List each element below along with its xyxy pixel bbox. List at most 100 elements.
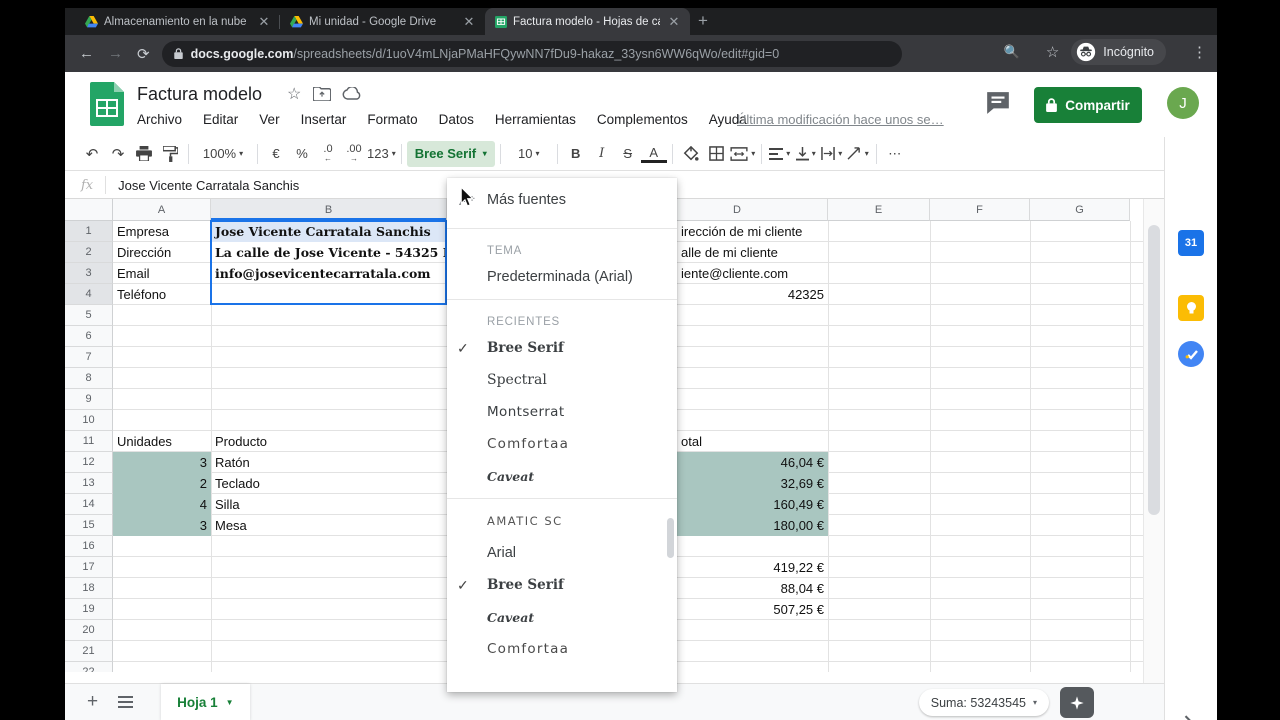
kebab-menu-icon[interactable]: ⋮ bbox=[1192, 43, 1207, 61]
cell-A15[interactable]: 3 bbox=[113, 515, 211, 536]
browser-tab-active[interactable]: Factura modelo - Hojas de cálc ✕ bbox=[485, 8, 690, 35]
cell-D11[interactable]: otal bbox=[677, 431, 828, 452]
cell-A12[interactable]: 3 bbox=[113, 452, 211, 473]
row-header-15[interactable]: 15 bbox=[65, 515, 113, 536]
decrease-decimal-button[interactable]: .0 ← bbox=[315, 142, 341, 166]
row-header-16[interactable]: 16 bbox=[65, 536, 113, 557]
cell-A4[interactable]: Teléfono bbox=[113, 284, 211, 305]
cell-D2[interactable]: alle de mi cliente bbox=[677, 242, 828, 263]
italic-button[interactable]: I bbox=[589, 142, 615, 166]
cell-B1[interactable]: Jose Vicente Carratala Sanchis bbox=[211, 221, 447, 242]
zoom-icon[interactable]: 🔍 bbox=[1004, 44, 1020, 60]
vertical-align-button[interactable]: ▾ bbox=[793, 142, 819, 166]
text-wrap-button[interactable]: ▾ bbox=[819, 142, 845, 166]
row-header-17[interactable]: 17 bbox=[65, 557, 113, 578]
menu-datos[interactable]: Datos bbox=[439, 112, 474, 127]
cell-A3[interactable]: Email bbox=[113, 263, 211, 284]
font-item-amatic-sc[interactable]: Amatic SC bbox=[447, 505, 677, 537]
reload-icon[interactable]: ⟳ bbox=[137, 45, 150, 63]
hide-panel-chevron-icon[interactable] bbox=[1183, 715, 1195, 720]
format-currency-button[interactable]: € bbox=[263, 142, 289, 166]
cell-A13[interactable]: 2 bbox=[113, 473, 211, 494]
row-header-20[interactable]: 20 bbox=[65, 620, 113, 641]
font-item-caveat[interactable]: Caveat bbox=[447, 460, 677, 492]
bookmark-star-icon[interactable]: ☆ bbox=[1046, 43, 1059, 61]
column-header-A[interactable]: A bbox=[113, 199, 211, 221]
fill-color-button[interactable] bbox=[678, 142, 704, 166]
more-fonts-item[interactable]: A+ Más fuentes bbox=[447, 178, 677, 222]
row-header-18[interactable]: 18 bbox=[65, 578, 113, 599]
number-format-button[interactable]: 123 ▾ bbox=[367, 142, 396, 166]
row-header-22[interactable]: 22 bbox=[65, 662, 113, 672]
comment-button[interactable] bbox=[985, 90, 1011, 121]
all-sheets-icon[interactable] bbox=[118, 696, 134, 708]
borders-button[interactable] bbox=[704, 142, 730, 166]
avatar[interactable]: J bbox=[1167, 87, 1199, 119]
strikethrough-button[interactable]: S bbox=[615, 142, 641, 166]
row-header-19[interactable]: 19 bbox=[65, 599, 113, 620]
font-item-bree-serif[interactable]: ✓ Bree Serif bbox=[447, 569, 677, 601]
cell-A2[interactable]: Dirección bbox=[113, 242, 211, 263]
cell-D3[interactable]: iente@cliente.com bbox=[677, 263, 828, 284]
row-header-21[interactable]: 21 bbox=[65, 641, 113, 662]
close-icon[interactable]: ✕ bbox=[256, 14, 272, 30]
row-header-14[interactable]: 14 bbox=[65, 494, 113, 515]
column-header-E[interactable]: E bbox=[828, 199, 930, 221]
menu-herramientas[interactable]: Herramientas bbox=[495, 112, 576, 127]
column-header-G[interactable]: G bbox=[1030, 199, 1130, 221]
row-header-5[interactable]: 5 bbox=[65, 305, 113, 326]
row-header-11[interactable]: 11 bbox=[65, 431, 113, 452]
sum-status-pill[interactable]: Suma: 53243545 ▾ bbox=[918, 689, 1049, 716]
font-select[interactable]: Bree Serif ▾ bbox=[406, 140, 495, 167]
last-modified-link[interactable]: Última modificación hace unos se… bbox=[737, 112, 952, 127]
cell-A11[interactable]: Unidades bbox=[113, 431, 211, 452]
zoom-select[interactable]: 100% ▾ bbox=[194, 142, 252, 166]
address-bar[interactable]: docs.google.com/spreadsheets/d/1uoV4mLNj… bbox=[161, 40, 902, 67]
row-header-1[interactable]: 1 bbox=[65, 221, 113, 242]
tasks-icon[interactable] bbox=[1178, 341, 1204, 367]
cell-B3[interactable]: info@josevicentecarratala.com bbox=[211, 263, 447, 284]
row-header-4[interactable]: 4 bbox=[65, 284, 113, 305]
column-header-F[interactable]: F bbox=[930, 199, 1030, 221]
document-title[interactable]: Factura modelo bbox=[137, 84, 262, 105]
column-header-B[interactable]: B bbox=[211, 199, 447, 221]
font-item-arial[interactable]: Arial bbox=[447, 537, 677, 569]
font-size-select[interactable]: 10 ▾ bbox=[506, 142, 552, 166]
cloud-status-icon[interactable] bbox=[342, 87, 362, 101]
vertical-scrollbar[interactable]: ▲ ▼ bbox=[1143, 199, 1164, 720]
calendar-icon[interactable]: 31 bbox=[1178, 230, 1204, 256]
merge-cells-button[interactable]: ▾ bbox=[730, 142, 756, 166]
menu-formato[interactable]: Formato bbox=[367, 112, 417, 127]
menu-complementos[interactable]: Complementos bbox=[597, 112, 688, 127]
sheet-tab-hoja1[interactable]: Hoja 1 ▼ bbox=[161, 683, 250, 720]
cell-B11[interactable]: Producto bbox=[211, 431, 447, 452]
cell-B14[interactable]: Silla bbox=[211, 494, 447, 515]
browser-tab-2[interactable]: Mi unidad - Google Drive ✕ bbox=[280, 8, 485, 35]
row-header-13[interactable]: 13 bbox=[65, 473, 113, 494]
cell-D1[interactable]: irección de mi cliente bbox=[677, 221, 828, 242]
more-toolbar-button[interactable]: ⋯ bbox=[882, 142, 908, 166]
cell-A1[interactable]: Empresa bbox=[113, 221, 211, 242]
formula-input[interactable]: Jose Vicente Carratala Sanchis bbox=[118, 178, 299, 193]
share-button[interactable]: Compartir bbox=[1034, 87, 1142, 123]
font-item-comfortaa[interactable]: Comfortaa bbox=[447, 428, 677, 460]
horizontal-align-button[interactable]: ▾ bbox=[767, 142, 793, 166]
row-header-3[interactable]: 3 bbox=[65, 263, 113, 284]
close-icon[interactable]: ✕ bbox=[666, 14, 682, 30]
font-item-predeterminada-arial-[interactable]: Predeterminada (Arial) bbox=[447, 261, 677, 293]
font-item-bree-serif[interactable]: ✓ Bree Serif bbox=[447, 332, 677, 364]
row-header-7[interactable]: 7 bbox=[65, 347, 113, 368]
row-header-12[interactable]: 12 bbox=[65, 452, 113, 473]
menu-scrollbar-thumb[interactable] bbox=[667, 518, 674, 558]
row-header-10[interactable]: 10 bbox=[65, 410, 113, 431]
font-item-spectral[interactable]: Spectral bbox=[447, 364, 677, 396]
increase-decimal-button[interactable]: .00 → bbox=[341, 142, 367, 166]
new-tab-button[interactable]: + bbox=[698, 11, 708, 31]
close-icon[interactable]: ✕ bbox=[461, 14, 477, 30]
explore-button[interactable] bbox=[1060, 687, 1094, 718]
add-sheet-button[interactable]: + bbox=[87, 691, 98, 713]
cell-A14[interactable]: 4 bbox=[113, 494, 211, 515]
menu-editar[interactable]: Editar bbox=[203, 112, 238, 127]
font-item-caveat[interactable]: Caveat bbox=[447, 601, 677, 633]
forward-icon[interactable]: → bbox=[108, 45, 123, 62]
